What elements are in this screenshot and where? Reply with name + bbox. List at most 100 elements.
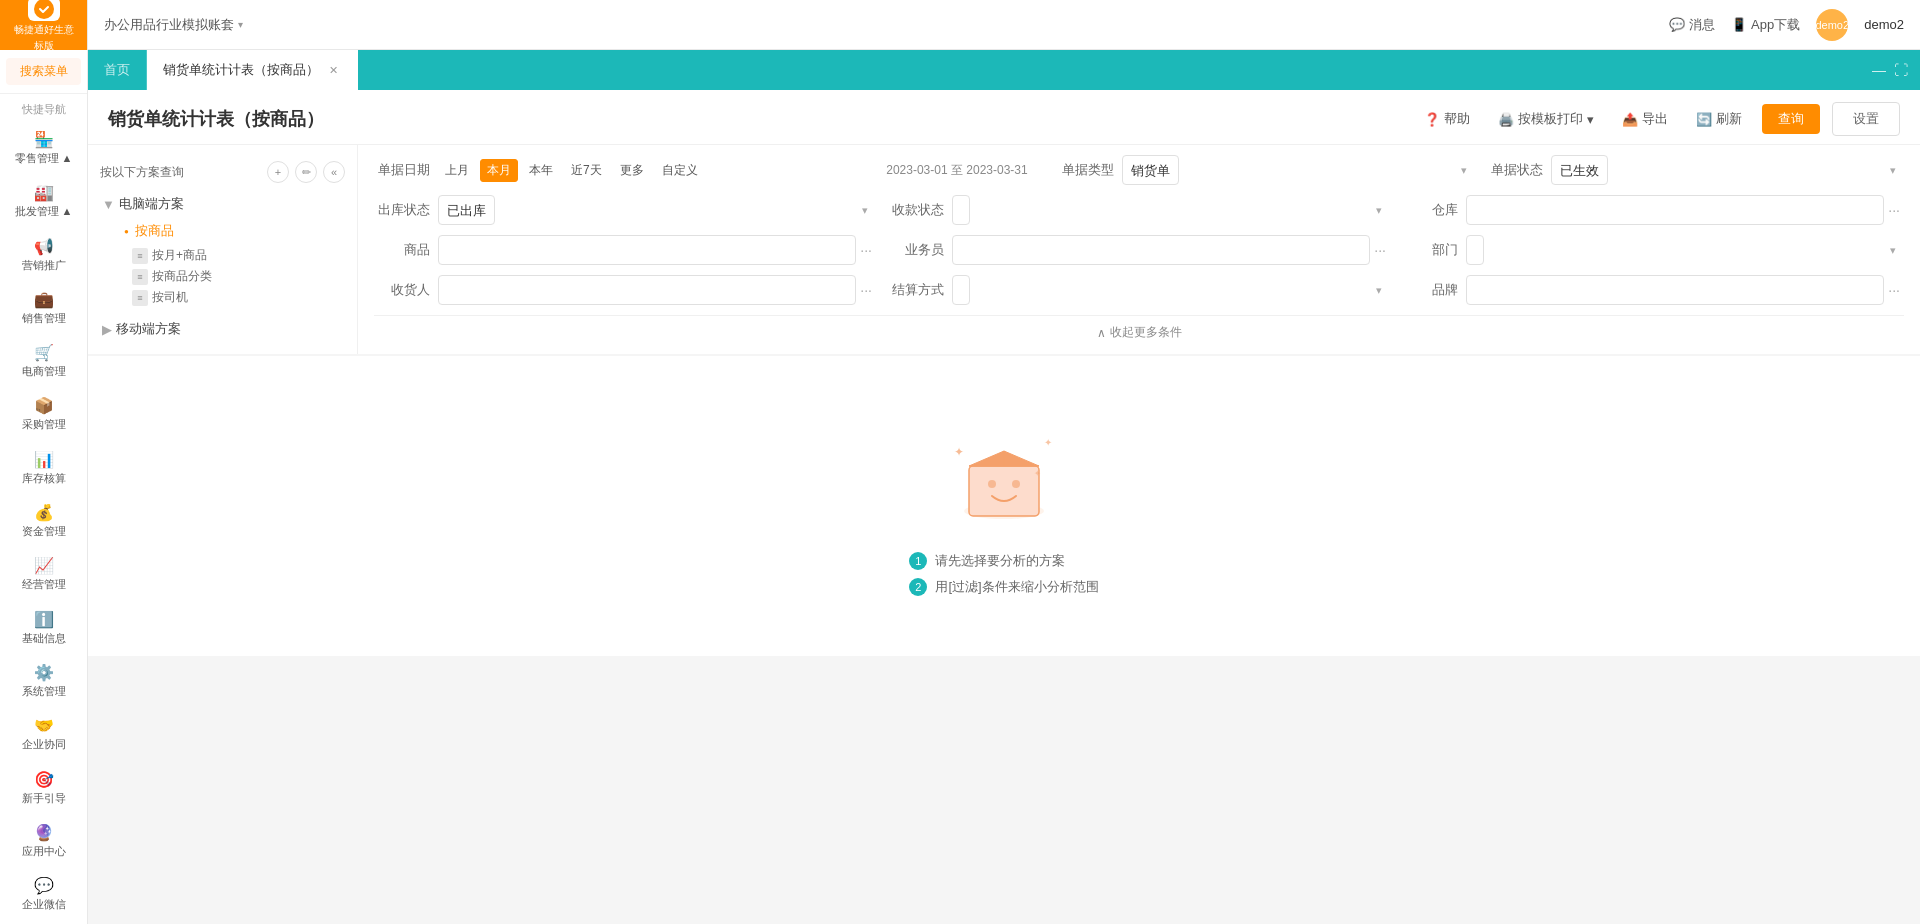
app-name: 畅捷通好生意 [14,23,74,37]
minimize-icon[interactable]: — [1872,62,1886,78]
sub-scheme-month-product-label: 按月+商品 [152,247,207,264]
sidebar-item-stock[interactable]: 📊 库存核算 [4,442,83,493]
scheme-item-by-product[interactable]: ● 按商品 [96,217,349,245]
sidebar-item-sales[interactable]: 💼 销售管理 [4,282,83,333]
date-btn-last-month[interactable]: 上月 [438,159,476,182]
top-header-left: 办公用品行业模拟账套 ▾ [104,16,243,34]
sidebar-item-purchase[interactable]: 📦 采购管理 [4,388,83,439]
payment-status-select[interactable] [952,195,970,225]
dept-field: 部门 [1402,235,1904,265]
filter-sidebar-title: 按以下方案查询 [100,164,184,181]
payment-status-label: 收款状态 [888,201,944,219]
brand-picker-icon[interactable]: ··· [1884,282,1904,298]
scheme-group-mobile: ▶ 移动端方案 [96,316,349,342]
app-selector-label: 办公用品行业模拟账套 [104,16,234,34]
doc-status-label: 单据状态 [1487,161,1543,179]
payment-status-field: 收款状态 [888,195,1390,225]
user-avatar[interactable]: demo2 [1816,9,1848,41]
collapse-sidebar-button[interactable]: « [323,161,345,183]
scheme-group-desktop-header[interactable]: ▼ 电脑端方案 [96,191,349,217]
sidebar-item-marketing[interactable]: 📢 营销推广 [4,229,83,280]
sidebar-item-ops-label: 经营管理 [22,577,66,591]
sidebar-item-collab[interactable]: 🤝 企业协同 [4,708,83,759]
sub-scheme-month-product[interactable]: ≡ 按月+商品 [96,245,349,266]
sub-scheme-icon-1: ≡ [132,248,148,264]
date-btn-custom[interactable]: 自定义 [655,159,705,182]
warehouse-field: 仓库 ··· [1402,195,1904,225]
product-picker-icon[interactable]: ··· [856,242,876,258]
ecommerce-icon: 🛒 [34,343,54,362]
dept-select[interactable] [1466,235,1484,265]
date-range-display: 2023-03-01 至 2023-03-31 [886,162,1046,179]
scheme-group-mobile-header[interactable]: ▶ 移动端方案 [96,316,349,342]
sidebar-item-finance[interactable]: 💰 资金管理 [4,495,83,546]
date-btn-this-year[interactable]: 本年 [522,159,560,182]
date-btn-last-7-days[interactable]: 近7天 [564,159,609,182]
brand-input[interactable] [1466,275,1884,305]
sidebar-item-wechat[interactable]: 💬 企业微信 [4,868,83,919]
sidebar-item-retail[interactable]: 🏪 零售管理 ▲ [4,122,83,173]
print-button[interactable]: 🖨️ 按模板打印 ▾ [1490,106,1602,132]
svg-rect-2 [969,466,1039,516]
tab-home[interactable]: 首页 [88,50,147,90]
date-btn-more[interactable]: 更多 [613,159,651,182]
consignee-input[interactable] [438,275,856,305]
query-button[interactable]: 查询 [1762,104,1820,134]
refresh-button[interactable]: 🔄 刷新 [1688,106,1750,132]
help-button[interactable]: ❓ 帮助 [1416,106,1478,132]
consignee-picker-icon[interactable]: ··· [856,282,876,298]
sidebar-item-guide-label: 新手引导 [22,791,66,805]
doc-type-select[interactable]: 销货单 [1122,155,1179,185]
date-btn-this-month[interactable]: 本月 [480,159,518,182]
guide-icon: 🎯 [34,770,54,789]
app-selector[interactable]: 办公用品行业模拟账套 ▾ [104,16,243,34]
tab-sales-stat[interactable]: 销货单统计计表（按商品） ✕ [147,50,358,90]
app-download-button[interactable]: 📱 App下载 [1731,16,1800,34]
filter-row-2: 出库状态 已出库 收款状态 [374,195,1904,225]
out-status-select-wrap: 已出库 [438,195,876,225]
scheme-by-product-label: 按商品 [135,222,174,240]
date-label: 单据日期 [374,161,430,179]
sidebar-item-collab-label: 企业协同 [22,737,66,751]
svg-point-5 [988,480,996,488]
filter-sidebar: 按以下方案查询 + ✏ « ▼ 电脑端方案 ● [88,145,358,354]
filter-row-3: 商品 ··· 业务员 ··· 部门 [374,235,1904,265]
tab-close-icon[interactable]: ✕ [325,62,341,78]
sidebar-item-marketing-label: 营销推广 [22,258,66,272]
sidebar-item-system[interactable]: ⚙️ 系统管理 [4,655,83,706]
sidebar-item-ecommerce[interactable]: 🛒 电商管理 [4,335,83,386]
sidebar-item-ops[interactable]: 📈 经营管理 [4,548,83,599]
doc-status-select[interactable]: 已生效 [1551,155,1608,185]
product-input[interactable] [438,235,856,265]
filter-panel: 按以下方案查询 + ✏ « ▼ 电脑端方案 ● [88,145,1920,354]
tab-sales-stat-label: 销货单统计计表（按商品） [163,61,319,79]
search-menu-button[interactable]: 搜索菜单 [6,58,81,85]
collapse-button[interactable]: ∧ 收起更多条件 [374,315,1904,349]
out-status-select[interactable]: 已出库 [438,195,495,225]
add-scheme-button[interactable]: + [267,161,289,183]
sub-scheme-cashier[interactable]: ≡ 按司机 [96,287,349,308]
message-button[interactable]: 💬 消息 [1669,16,1715,34]
sidebar-item-basic[interactable]: ℹ️ 基础信息 [4,602,83,653]
settings-button[interactable]: 设置 [1832,102,1900,136]
settle-method-select[interactable] [952,275,970,305]
edit-scheme-button[interactable]: ✏ [295,161,317,183]
tab-home-label: 首页 [104,61,130,79]
filter-form: 单据日期 上月 本月 本年 近7天 更多 自定义 [358,145,1920,354]
salesman-picker-icon[interactable]: ··· [1370,242,1390,258]
warehouse-input[interactable] [1466,195,1884,225]
export-button[interactable]: 📤 导出 [1614,106,1676,132]
user-name-label: demo2 [1864,17,1904,32]
warehouse-picker-icon[interactable]: ··· [1884,202,1904,218]
sub-scheme-category[interactable]: ≡ 按商品分类 [96,266,349,287]
filter-row-1: 单据日期 上月 本月 本年 近7天 更多 自定义 [374,155,1904,185]
scheme-group-desktop: ▼ 电脑端方案 ● 按商品 ≡ 按月+商品 ≡ [96,191,349,308]
salesman-input[interactable] [952,235,1370,265]
sidebar-item-wholesale[interactable]: 🏭 批发管理 ▲ [4,175,83,226]
empty-num-2: 2 [909,578,927,596]
page-header: 销货单统计计表（按商品） ❓ 帮助 🖨️ 按模板打印 ▾ 📤 导出 🔄 刷 [88,90,1920,145]
retail-icon: 🏪 [34,130,54,149]
sidebar-item-apps[interactable]: 🔮 应用中心 [4,815,83,866]
maximize-icon[interactable]: ⛶ [1894,62,1908,78]
sidebar-item-guide[interactable]: 🎯 新手引导 [4,762,83,813]
